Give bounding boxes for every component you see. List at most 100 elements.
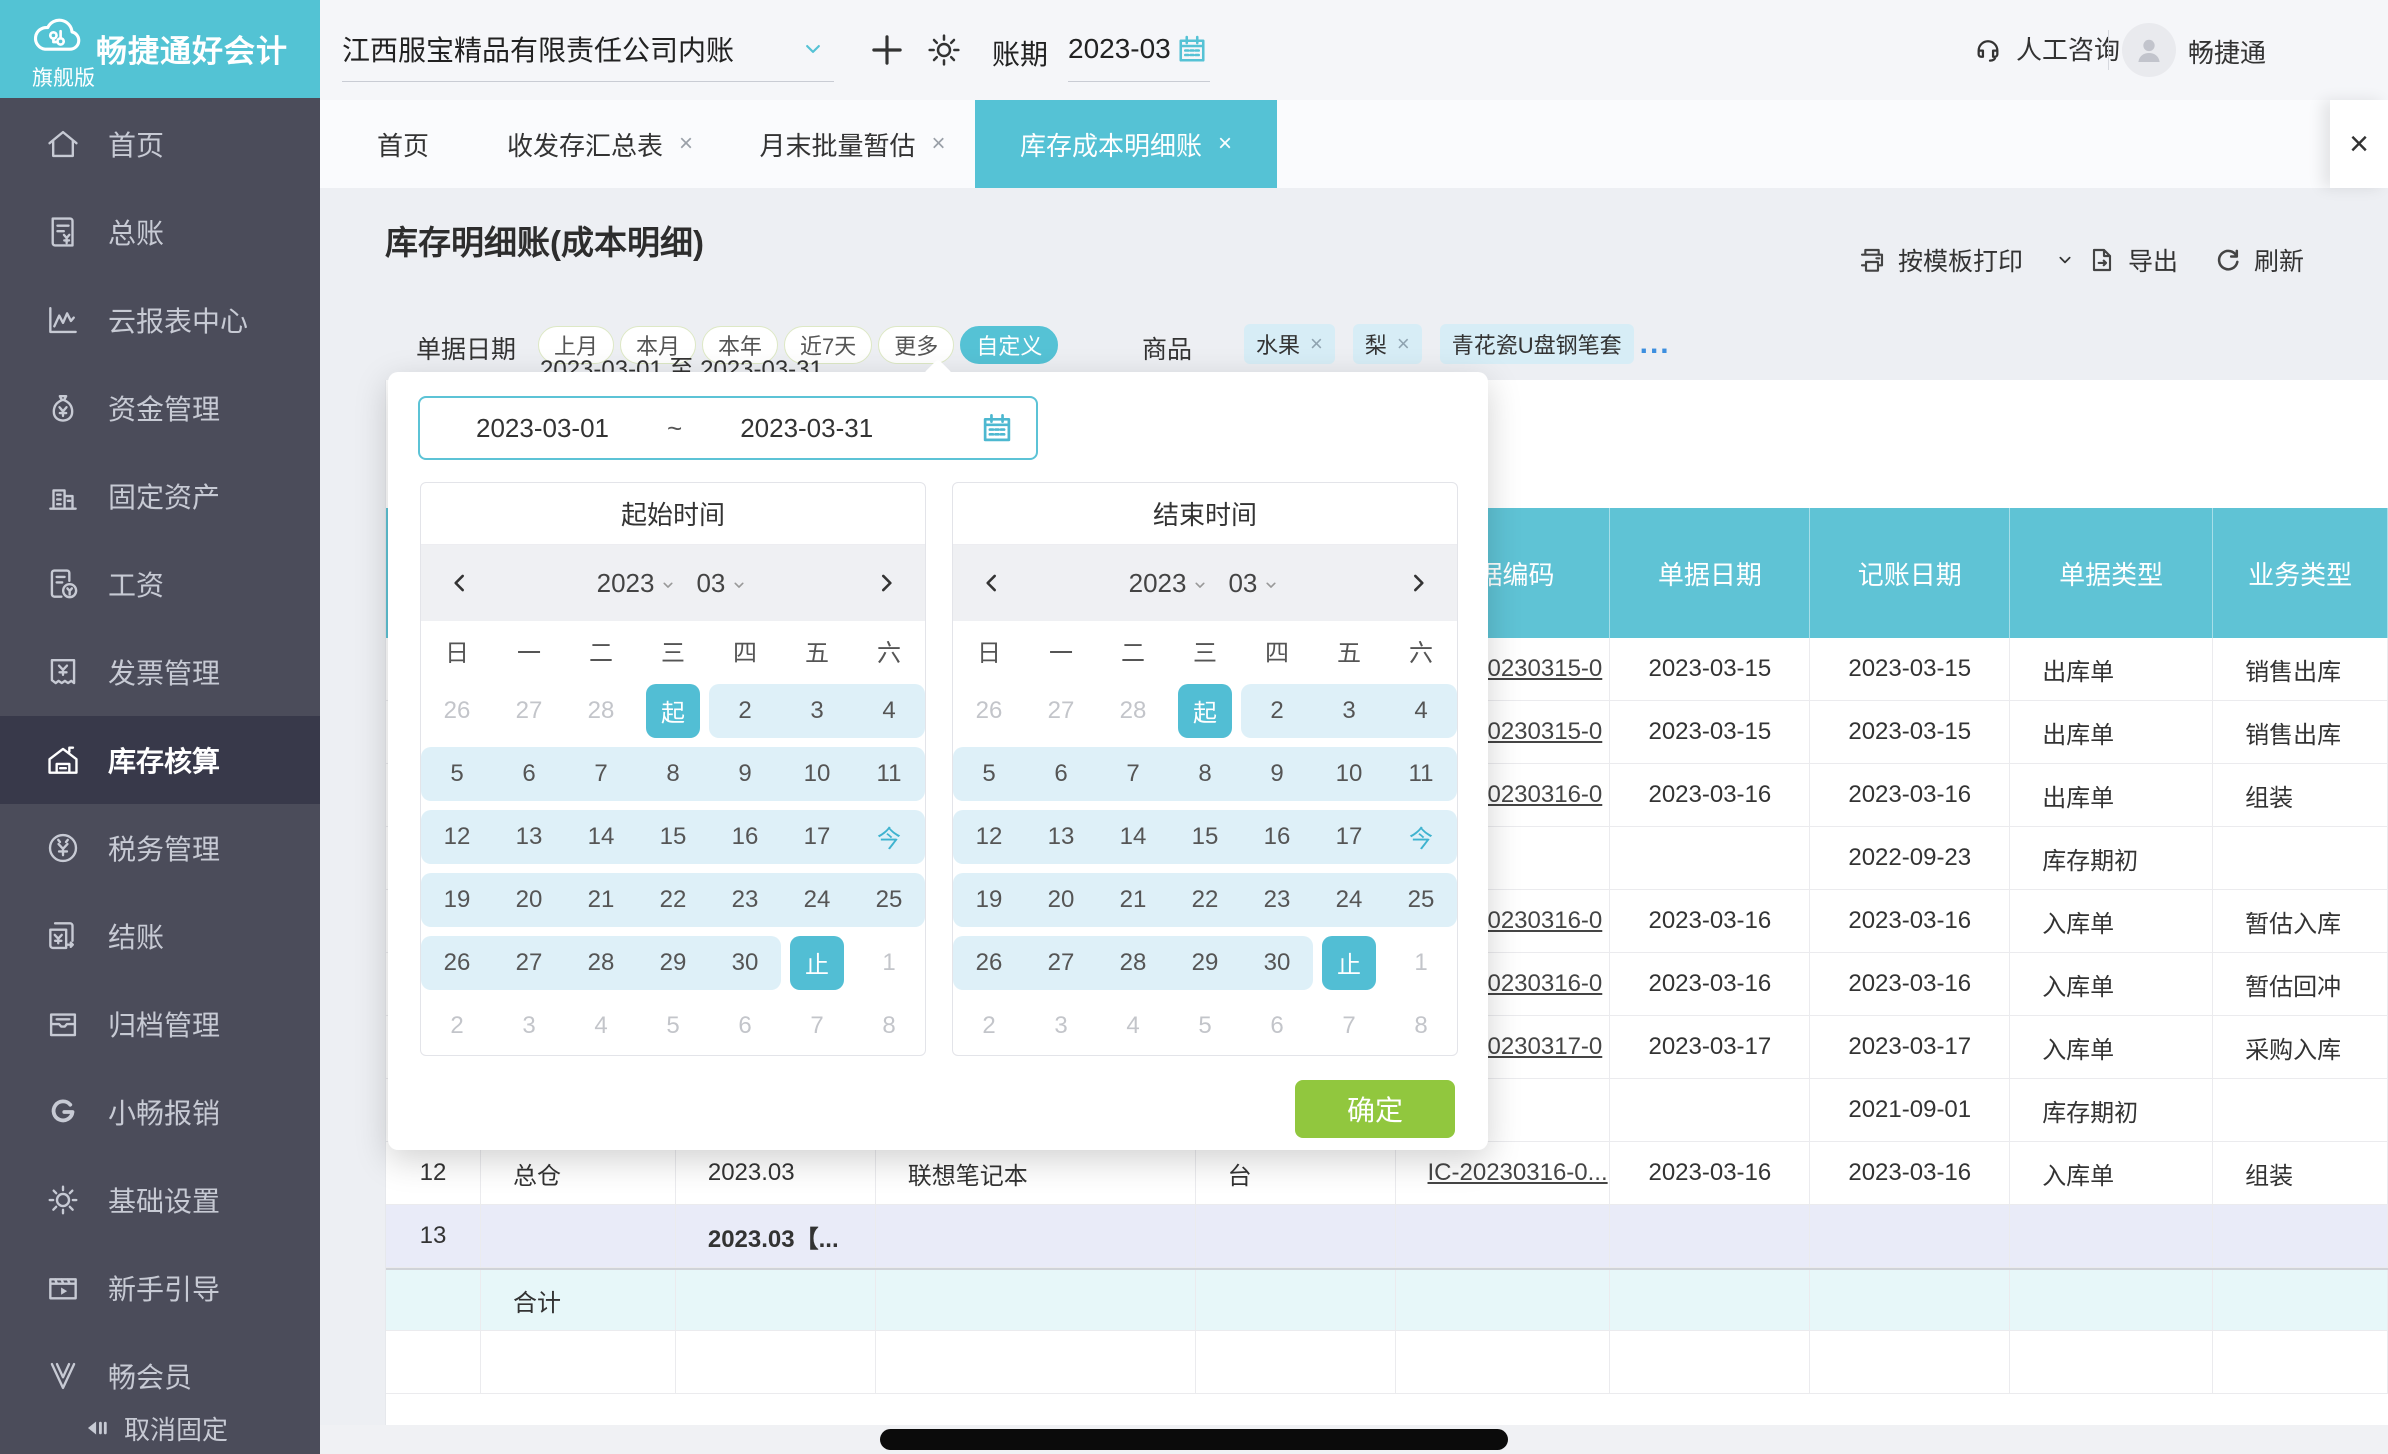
sidebar-item-总账[interactable]: 总账 xyxy=(0,188,320,276)
day-cell-28[interactable]: 28 xyxy=(1097,931,1169,994)
sidebar-item-税务管理[interactable]: 税务管理 xyxy=(0,804,320,892)
day-cell-2[interactable]: 2 xyxy=(421,994,493,1055)
day-cell-13[interactable]: 13 xyxy=(1025,805,1097,868)
day-cell-14[interactable]: 14 xyxy=(565,805,637,868)
date-pill-custom[interactable]: 自定义 xyxy=(960,326,1059,364)
remove-tag-icon[interactable]: × xyxy=(1310,331,1323,357)
sidebar-item-基础设置[interactable]: 基础设置 xyxy=(0,1156,320,1244)
sidebar-item-固定资产[interactable]: 固定资产 xyxy=(0,452,320,540)
day-cell-22[interactable]: 22 xyxy=(637,868,709,931)
day-cell-1[interactable]: 1 xyxy=(853,931,925,994)
sidebar-item-发票管理[interactable]: 发票管理 xyxy=(0,628,320,716)
day-cell-9[interactable]: 9 xyxy=(1241,742,1313,805)
more-products-button[interactable]: ... xyxy=(1640,329,1671,359)
sidebar-item-首页[interactable]: 首页 xyxy=(0,100,320,188)
unpin-sidebar-button[interactable]: 取消固定 xyxy=(0,1402,320,1454)
day-cell-15[interactable]: 15 xyxy=(1169,805,1241,868)
prev-month-button[interactable] xyxy=(447,568,473,598)
sidebar-item-云报表中心[interactable]: 云报表中心 xyxy=(0,276,320,364)
day-cell-10[interactable]: 10 xyxy=(781,742,853,805)
day-cell-4[interactable]: 4 xyxy=(853,679,925,742)
day-cell-25[interactable]: 25 xyxy=(853,868,925,931)
product-tag-梨[interactable]: 梨 × xyxy=(1352,324,1422,364)
day-cell-30[interactable]: 30 xyxy=(1241,931,1313,994)
date-pill-更多[interactable]: 更多 xyxy=(878,326,955,364)
day-cell-7[interactable]: 7 xyxy=(781,994,853,1055)
day-cell-19[interactable]: 19 xyxy=(421,868,493,931)
day-cell-12[interactable]: 12 xyxy=(953,805,1025,868)
day-cell-27[interactable]: 27 xyxy=(493,679,565,742)
day-cell-6[interactable]: 6 xyxy=(1025,742,1097,805)
close-tab-icon[interactable]: × xyxy=(679,130,693,158)
day-cell-6[interactable]: 6 xyxy=(709,994,781,1055)
day-cell-8[interactable]: 8 xyxy=(1385,994,1457,1055)
day-cell-4[interactable]: 4 xyxy=(565,994,637,1055)
month-select[interactable]: 03 xyxy=(696,568,749,599)
day-cell-5[interactable]: 5 xyxy=(953,742,1025,805)
day-cell-3[interactable]: 3 xyxy=(1025,994,1097,1055)
day-cell-27[interactable]: 27 xyxy=(1025,931,1097,994)
day-cell-23[interactable]: 23 xyxy=(709,868,781,931)
day-cell-27[interactable]: 27 xyxy=(1025,679,1097,742)
day-cell-止[interactable]: 止 xyxy=(781,931,853,994)
support-button[interactable]: 人工咨询 xyxy=(1972,30,2120,67)
add-button[interactable] xyxy=(866,29,908,71)
product-tag-水果[interactable]: 水果 × xyxy=(1244,324,1335,364)
day-cell-16[interactable]: 16 xyxy=(1241,805,1313,868)
sidebar-item-工资[interactable]: 工资 xyxy=(0,540,320,628)
day-cell-22[interactable]: 22 xyxy=(1169,868,1241,931)
day-cell-17[interactable]: 17 xyxy=(1313,805,1385,868)
day-cell-26[interactable]: 26 xyxy=(953,679,1025,742)
day-cell-26[interactable]: 26 xyxy=(953,931,1025,994)
company-selector[interactable]: 江西服宝精品有限责任公司内账 xyxy=(342,16,834,82)
day-cell-11[interactable]: 11 xyxy=(1385,742,1457,805)
day-cell-29[interactable]: 29 xyxy=(637,931,709,994)
day-cell-10[interactable]: 10 xyxy=(1313,742,1385,805)
doc-code-link[interactable]: IC-20230316-0... xyxy=(1395,1142,1611,1205)
day-cell-7[interactable]: 7 xyxy=(565,742,637,805)
month-select[interactable]: 03 xyxy=(1228,568,1281,599)
day-cell-5[interactable]: 5 xyxy=(421,742,493,805)
export-button[interactable]: 导出 xyxy=(2086,242,2178,278)
close-all-tabs-button[interactable]: × xyxy=(2330,100,2388,188)
day-cell-3[interactable]: 3 xyxy=(1313,679,1385,742)
sidebar-item-小畅报销[interactable]: 小畅报销 xyxy=(0,1068,320,1156)
end-date-value[interactable]: 2023-03-31 xyxy=(740,413,873,444)
day-cell-7[interactable]: 7 xyxy=(1313,994,1385,1055)
next-month-button[interactable] xyxy=(1405,568,1431,598)
day-cell-19[interactable]: 19 xyxy=(953,868,1025,931)
day-cell-今[interactable]: 今 xyxy=(1385,805,1457,868)
day-cell-12[interactable]: 12 xyxy=(421,805,493,868)
day-cell-5[interactable]: 5 xyxy=(637,994,709,1055)
day-cell-13[interactable]: 13 xyxy=(493,805,565,868)
day-cell-8[interactable]: 8 xyxy=(853,994,925,1055)
day-cell-今[interactable]: 今 xyxy=(853,805,925,868)
day-cell-8[interactable]: 8 xyxy=(637,742,709,805)
day-cell-21[interactable]: 21 xyxy=(1097,868,1169,931)
sidebar-item-归档管理[interactable]: 归档管理 xyxy=(0,980,320,1068)
day-cell-1[interactable]: 1 xyxy=(1385,931,1457,994)
day-cell-4[interactable]: 4 xyxy=(1385,679,1457,742)
day-cell-3[interactable]: 3 xyxy=(493,994,565,1055)
day-cell-28[interactable]: 28 xyxy=(1097,679,1169,742)
avatar[interactable] xyxy=(2122,23,2176,77)
day-cell-14[interactable]: 14 xyxy=(1097,805,1169,868)
day-cell-2[interactable]: 2 xyxy=(953,994,1025,1055)
day-cell-24[interactable]: 24 xyxy=(1313,868,1385,931)
day-cell-21[interactable]: 21 xyxy=(565,868,637,931)
close-tab-icon[interactable]: × xyxy=(1218,130,1232,158)
day-cell-30[interactable]: 30 xyxy=(709,931,781,994)
confirm-button[interactable]: 确定 xyxy=(1295,1080,1455,1138)
day-cell-23[interactable]: 23 xyxy=(1241,868,1313,931)
print-by-template-button[interactable]: 按模板打印 xyxy=(1856,242,2077,278)
close-tab-icon[interactable]: × xyxy=(932,130,946,158)
gear-icon[interactable] xyxy=(924,30,964,70)
tab-首页[interactable]: 首页 xyxy=(336,100,470,188)
day-cell-25[interactable]: 25 xyxy=(1385,868,1457,931)
day-cell-起[interactable]: 起 xyxy=(1169,679,1241,742)
day-cell-11[interactable]: 11 xyxy=(853,742,925,805)
tab-月末批量暂估[interactable]: 月末批量暂估 × xyxy=(730,100,975,188)
year-select[interactable]: 2023 xyxy=(1129,568,1211,599)
next-month-button[interactable] xyxy=(873,568,899,598)
product-tag-青花瓷U盘钢笔套[interactable]: 青花瓷U盘钢笔套 xyxy=(1439,324,1634,364)
